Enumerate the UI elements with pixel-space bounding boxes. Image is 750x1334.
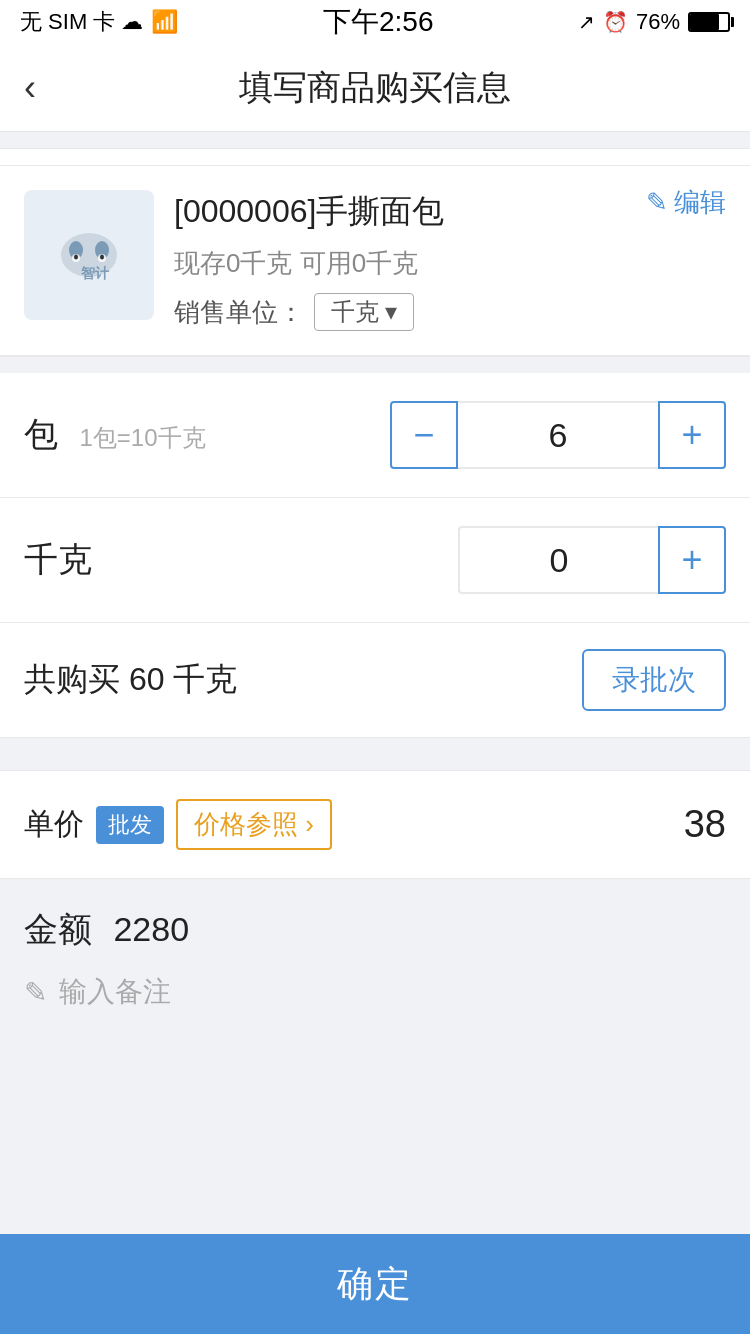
product-image: 智计 bbox=[24, 190, 154, 320]
price-section: 单价 批发 价格参照 › 38 bbox=[0, 770, 750, 879]
status-bar: 无 SIM 卡 ☁ 📶 下午2:56 ↗ ⏰ 76% bbox=[0, 0, 750, 44]
svg-text:智计: 智计 bbox=[80, 265, 110, 281]
status-time: 下午2:56 bbox=[323, 3, 434, 41]
price-left: 单价 批发 价格参照 › bbox=[24, 799, 332, 850]
quantity-hint-bag: 1包=10千克 bbox=[79, 424, 205, 451]
pencil-icon: ✎ bbox=[24, 976, 47, 1009]
back-button[interactable]: ‹ bbox=[24, 67, 36, 109]
edit-icon: ✎ bbox=[646, 187, 668, 218]
product-name: [0000006]手撕面包 bbox=[174, 190, 726, 234]
nav-bar: ‹ 填写商品购买信息 bbox=[0, 44, 750, 132]
product-stock: 现存0千克 可用0千克 bbox=[174, 246, 726, 281]
unit-selector[interactable]: 千克 ▾ bbox=[314, 293, 414, 331]
quantity-row-bag: 包 1包=10千克 − + bbox=[0, 373, 750, 498]
increment-bag-button[interactable]: + bbox=[658, 401, 726, 469]
svg-point-6 bbox=[100, 255, 104, 260]
confirm-button[interactable]: 确定 bbox=[0, 1234, 750, 1334]
amount-label: 金额 bbox=[24, 910, 92, 948]
status-left: 无 SIM 卡 ☁ 📶 bbox=[20, 7, 178, 37]
quantity-section: 包 1包=10千克 − + 千克 + bbox=[0, 373, 750, 623]
price-reference-button[interactable]: 价格参照 › bbox=[176, 799, 332, 850]
total-text: 共购买 60 千克 bbox=[24, 658, 237, 702]
quantity-label-kg: 千克 bbox=[24, 537, 458, 583]
product-info: [0000006]手撕面包 现存0千克 可用0千克 销售单位： 千克 ▾ bbox=[174, 190, 726, 331]
remark-row[interactable]: ✎ 输入备注 bbox=[24, 973, 726, 1011]
page-title: 填写商品购买信息 bbox=[239, 65, 511, 111]
price-value: 38 bbox=[684, 803, 726, 846]
chevron-down-icon: ▾ bbox=[385, 298, 397, 326]
product-section: 智计 [0000006]手撕面包 现存0千克 可用0千克 销售单位： 千克 ▾ bbox=[0, 165, 750, 356]
quantity-label-bag: 包 1包=10千克 bbox=[24, 412, 390, 458]
section-divider bbox=[0, 738, 750, 754]
battery-icon bbox=[688, 12, 730, 32]
quantity-control-kg: + bbox=[458, 526, 726, 594]
remark-text: 输入备注 bbox=[59, 973, 171, 1011]
edit-button[interactable]: ✎ 编辑 bbox=[646, 185, 726, 220]
amount-section: 金额 2280 ✎ 输入备注 bbox=[0, 879, 750, 1023]
amount-row: 金额 2280 bbox=[24, 907, 726, 953]
alarm-icon: ⏰ bbox=[603, 10, 628, 34]
quantity-row-kg: 千克 + bbox=[0, 498, 750, 623]
content-spacer bbox=[0, 1023, 750, 1234]
amount-value: 2280 bbox=[113, 910, 189, 948]
quantity-input-kg[interactable] bbox=[458, 526, 658, 594]
product-unit: 销售单位： 千克 ▾ bbox=[174, 293, 726, 331]
price-label: 单价 bbox=[24, 804, 84, 845]
svg-point-5 bbox=[74, 255, 78, 260]
quantity-control-bag: − + bbox=[390, 401, 726, 469]
product-logo-icon: 智计 bbox=[54, 220, 124, 290]
quantity-input-bag[interactable] bbox=[458, 401, 658, 469]
battery-percent: 76% bbox=[636, 9, 680, 35]
batch-button[interactable]: 录批次 bbox=[582, 649, 726, 711]
location-icon: ↗ bbox=[578, 10, 595, 34]
status-right: ↗ ⏰ 76% bbox=[578, 9, 730, 35]
wifi-icon: 📶 bbox=[151, 9, 178, 35]
total-row: 共购买 60 千克 录批次 bbox=[0, 623, 750, 738]
no-sim-text: 无 SIM 卡 ☁ bbox=[20, 7, 143, 37]
increment-kg-button[interactable]: + bbox=[658, 526, 726, 594]
decrement-bag-button[interactable]: − bbox=[390, 401, 458, 469]
wholesale-tag: 批发 bbox=[96, 806, 164, 844]
